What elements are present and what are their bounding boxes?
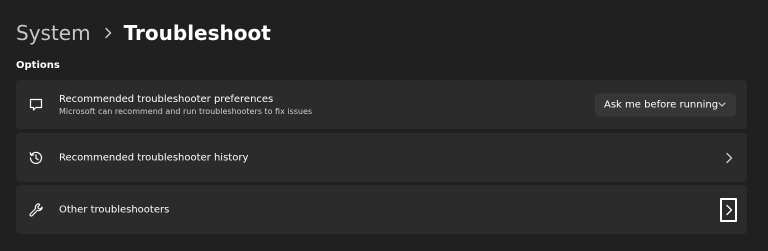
chat-bubble-icon: [28, 97, 44, 113]
dropdown-selected-value: Ask me before running: [604, 99, 719, 110]
wrench-icon: [28, 202, 44, 218]
other-troubleshooters-title: Other troubleshooters: [59, 204, 170, 215]
recommended-preferences-title: Recommended troubleshooter preferences: [59, 93, 274, 105]
troubleshooter-history-text: Recommended troubleshooter history: [59, 151, 248, 164]
section-label-options: Options: [16, 60, 60, 71]
settings-page: System Troubleshoot Options Recommended …: [0, 0, 768, 251]
history-icon: [28, 150, 44, 166]
breadcrumb-parent-system[interactable]: System: [16, 21, 91, 45]
troubleshooter-preference-dropdown[interactable]: Ask me before running: [595, 93, 736, 116]
page-title: Troubleshoot: [123, 21, 271, 45]
breadcrumb-separator-icon: [104, 27, 112, 39]
chevron-down-icon: [718, 102, 726, 108]
troubleshooter-history-card[interactable]: Recommended troubleshooter history: [16, 133, 747, 182]
recommended-preferences-card: Recommended troubleshooter preferences M…: [16, 80, 747, 129]
other-troubleshooters-card[interactable]: Other troubleshooters: [16, 185, 747, 234]
focused-chevron-button[interactable]: [720, 197, 737, 222]
recommended-preferences-description: Microsoft can recommend and run troubles…: [59, 106, 313, 116]
chevron-right-icon: [725, 152, 733, 164]
troubleshooter-history-title: Recommended troubleshooter history: [59, 152, 249, 163]
breadcrumb: System Troubleshoot: [16, 18, 271, 48]
other-troubleshooters-text: Other troubleshooters: [59, 203, 169, 216]
chevron-right-icon: [725, 204, 733, 216]
recommended-preferences-text: Recommended troubleshooter preferences M…: [59, 93, 312, 117]
